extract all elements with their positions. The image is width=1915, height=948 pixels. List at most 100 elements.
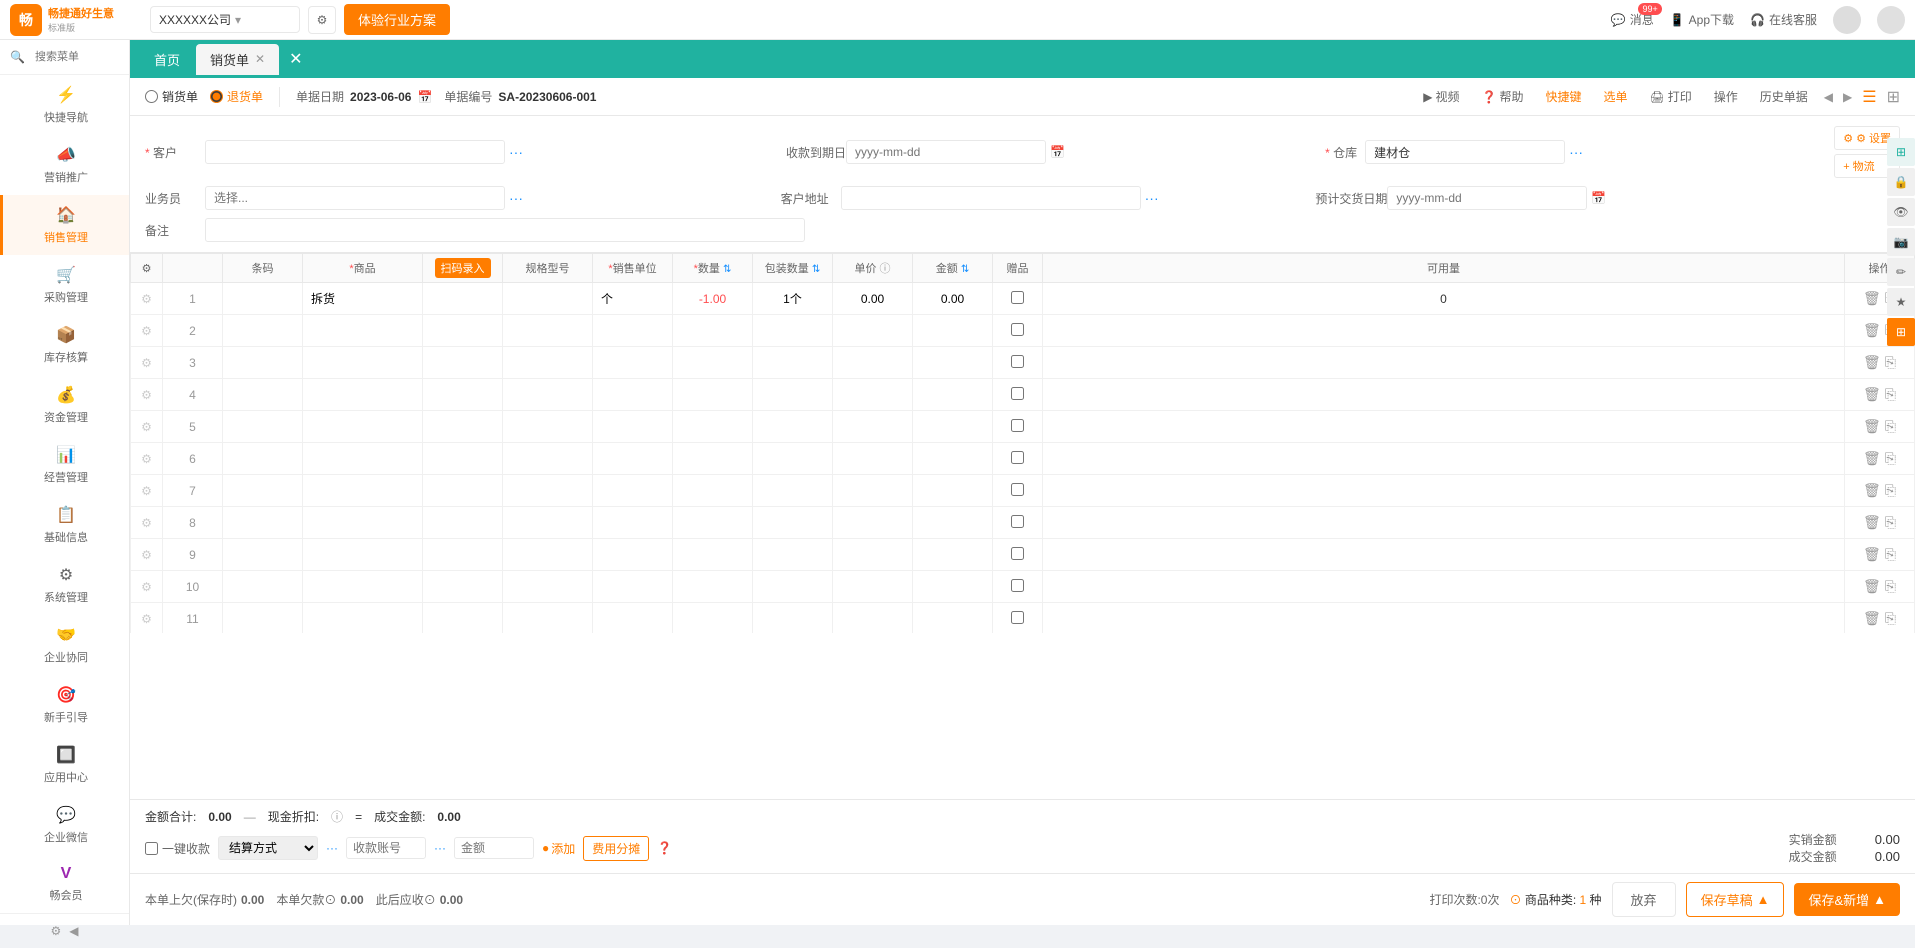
calc-method-select[interactable]: 结算方式: [218, 836, 318, 860]
video-btn[interactable]: ▶ 视频: [1417, 85, 1465, 108]
row-gear-icon[interactable]: ⚙: [141, 548, 152, 562]
one-click-checkbox[interactable]: [145, 842, 158, 855]
row-spec[interactable]: [503, 347, 593, 379]
operation-btn[interactable]: 操作: [1708, 85, 1744, 108]
row-gift[interactable]: [993, 475, 1043, 507]
row-amount[interactable]: [913, 443, 993, 475]
row-price[interactable]: [833, 283, 913, 315]
addr-more-icon[interactable]: ···: [1145, 190, 1159, 206]
row-amount[interactable]: [913, 347, 993, 379]
copy-row-icon[interactable]: ⎘: [1885, 482, 1896, 499]
customer-addr-input[interactable]: [841, 186, 1141, 210]
amount-input[interactable]: [454, 837, 534, 859]
gift-checkbox[interactable]: [1011, 419, 1024, 432]
radio-sale-input[interactable]: [145, 90, 158, 103]
row-qty[interactable]: [673, 507, 753, 539]
sidebar-item-marketing[interactable]: 📣 营销推广: [0, 135, 129, 195]
row-barcode[interactable]: [223, 475, 303, 507]
row-price[interactable]: [833, 475, 913, 507]
settings-bottom-icon[interactable]: ⚙: [51, 924, 62, 938]
delete-row-icon[interactable]: 🗑: [1863, 482, 1881, 499]
row-pack-qty[interactable]: [753, 603, 833, 634]
row-spec[interactable]: [503, 443, 593, 475]
table-gear-icon[interactable]: ⚙: [142, 263, 152, 275]
row-price[interactable]: [833, 379, 913, 411]
copy-row-icon[interactable]: ⎘: [1885, 386, 1896, 403]
row-spec[interactable]: [503, 411, 593, 443]
calc-method-dots[interactable]: ···: [326, 841, 338, 855]
table-scroll[interactable]: ⚙ 条码 *商品 扫码录入 规格型号: [130, 253, 1915, 633]
row-qty[interactable]: [673, 539, 753, 571]
close-button[interactable]: ✕: [289, 49, 302, 69]
row-spec[interactable]: [503, 283, 593, 315]
customer-more-icon[interactable]: ···: [509, 144, 523, 160]
copy-row-icon[interactable]: ⎘: [1885, 450, 1896, 467]
row-product[interactable]: [303, 571, 423, 603]
row-gear-icon[interactable]: ⚙: [141, 292, 152, 306]
list-view-icon[interactable]: ☰: [1862, 87, 1876, 107]
gift-checkbox[interactable]: [1011, 611, 1024, 624]
row-gift[interactable]: [993, 315, 1043, 347]
row-gift[interactable]: [993, 507, 1043, 539]
delete-row-icon[interactable]: 🗑: [1863, 514, 1881, 531]
row-pack-qty[interactable]: [753, 347, 833, 379]
row-pack-qty[interactable]: [753, 411, 833, 443]
row-price[interactable]: [833, 411, 913, 443]
help-btn[interactable]: ❓ 帮助: [1476, 85, 1530, 108]
row-pack-qty[interactable]: [753, 315, 833, 347]
float-btn-5[interactable]: ✏: [1887, 258, 1915, 286]
message-button[interactable]: 💬 消息 99+: [1611, 11, 1654, 28]
row-amount[interactable]: [913, 507, 993, 539]
row-gear-icon[interactable]: ⚙: [141, 516, 152, 530]
row-gear-icon[interactable]: ⚙: [141, 452, 152, 466]
delete-row-icon[interactable]: 🗑: [1863, 546, 1881, 563]
gift-checkbox[interactable]: [1011, 483, 1024, 496]
gift-checkbox[interactable]: [1011, 451, 1024, 464]
float-btn-3[interactable]: 👁: [1887, 198, 1915, 226]
row-pack-qty[interactable]: [753, 507, 833, 539]
row-product[interactable]: [303, 347, 423, 379]
radio-sale[interactable]: 销货单: [145, 88, 198, 105]
row-barcode[interactable]: [223, 283, 303, 315]
float-btn-6[interactable]: ★: [1887, 288, 1915, 316]
print-btn[interactable]: 🖨 打印: [1644, 85, 1698, 108]
sidebar-item-purchase[interactable]: 🛒 采购管理: [0, 255, 129, 315]
sidebar-item-sales[interactable]: 🏠 销售管理: [0, 195, 129, 255]
tab-sales-order[interactable]: 销货单 ✕: [196, 44, 279, 75]
nav-next-icon[interactable]: ▶: [1843, 90, 1852, 104]
row-product[interactable]: [303, 475, 423, 507]
row-unit[interactable]: [593, 443, 673, 475]
row-amount[interactable]: [913, 603, 993, 634]
row-barcode[interactable]: [223, 539, 303, 571]
scan-button[interactable]: 扫码录入: [435, 258, 491, 278]
row-price[interactable]: [833, 603, 913, 634]
one-click-payment-checkbox[interactable]: 一键收款: [145, 840, 210, 857]
row-unit[interactable]: [593, 571, 673, 603]
delete-row-icon[interactable]: 🗑: [1863, 354, 1881, 371]
row-product[interactable]: [303, 411, 423, 443]
row-product[interactable]: [303, 443, 423, 475]
radio-return-input[interactable]: [210, 90, 223, 103]
row-gear-icon[interactable]: ⚙: [141, 388, 152, 402]
row-gift[interactable]: [993, 283, 1043, 315]
sidebar-item-quicknav[interactable]: ⚡ 快捷导航: [0, 75, 129, 135]
row-barcode[interactable]: [223, 571, 303, 603]
copy-row-icon[interactable]: ⎘: [1885, 546, 1896, 563]
avatar[interactable]: [1833, 6, 1861, 34]
select-btn[interactable]: 选单: [1597, 85, 1633, 108]
sidebar-item-inventory[interactable]: 📦 库存核算: [0, 315, 129, 375]
row-price[interactable]: [833, 443, 913, 475]
sidebar-item-apps[interactable]: 🔲 应用中心: [0, 735, 129, 795]
sidebar-item-basic[interactable]: 📋 基础信息: [0, 495, 129, 555]
sidebar-item-member[interactable]: V 畅会员: [0, 855, 129, 913]
search-input[interactable]: [29, 48, 109, 66]
radio-return[interactable]: 退货单: [210, 88, 263, 105]
row-qty[interactable]: [673, 315, 753, 347]
row-gift[interactable]: [993, 443, 1043, 475]
row-gear-icon[interactable]: ⚙: [141, 420, 152, 434]
pack-sort-icon[interactable]: ⇅: [812, 264, 820, 275]
row-price[interactable]: [833, 507, 913, 539]
gift-checkbox[interactable]: [1011, 355, 1024, 368]
row-unit[interactable]: [593, 379, 673, 411]
delete-row-icon[interactable]: 🗑: [1863, 290, 1881, 307]
